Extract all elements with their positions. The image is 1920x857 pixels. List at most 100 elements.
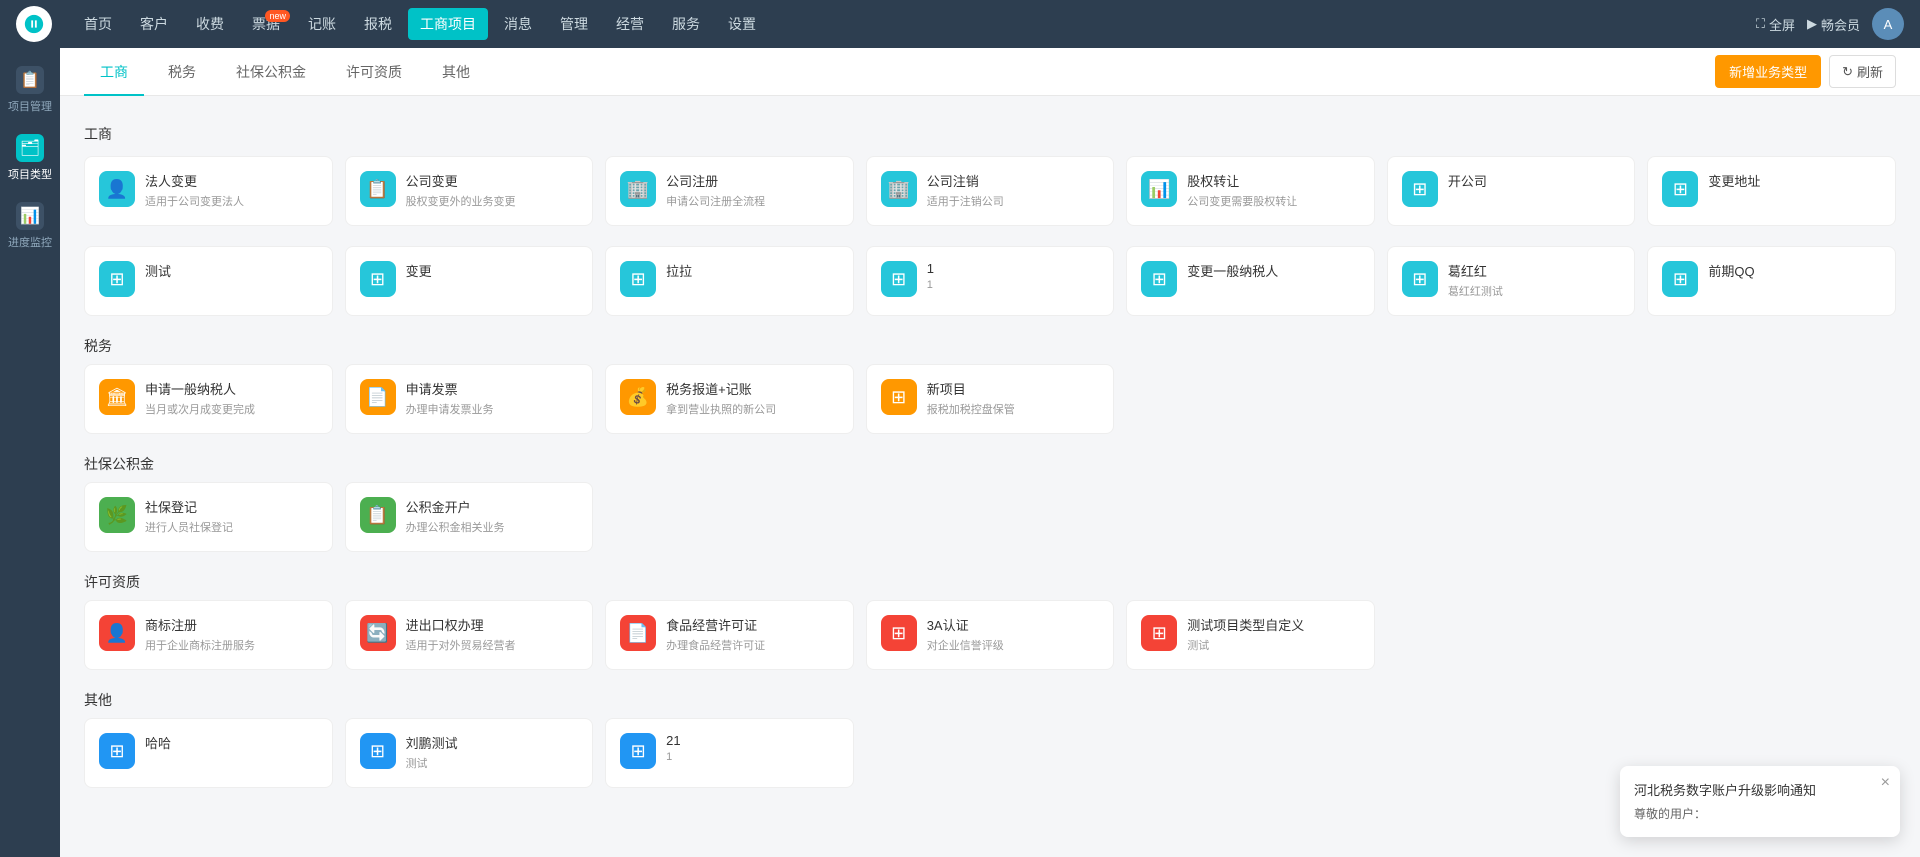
card-icon-company-cancel: 🏢 xyxy=(881,171,917,207)
nav-item-billing[interactable]: 收费 xyxy=(184,8,236,40)
card-change-general[interactable]: ⊞变更一般纳税人 xyxy=(1126,246,1375,316)
tab-license[interactable]: 许可资质 xyxy=(330,48,418,96)
card-desc-company-change: 股权变更外的业务变更 xyxy=(406,193,579,209)
refresh-button[interactable]: ↻ 刷新 xyxy=(1829,55,1896,88)
card-open-company[interactable]: ⊞ 开公司 xyxy=(1387,156,1636,226)
card-legal-change[interactable]: 👤 法人变更适用于公司变更法人 xyxy=(84,156,333,226)
card-lala[interactable]: ⊞拉拉 xyxy=(605,246,854,316)
section-title-tax: 税务 xyxy=(84,336,1896,356)
card-change-address[interactable]: ⊞变更地址 xyxy=(1647,156,1896,226)
card-food-license[interactable]: 📄食品经营许可证办理食品经营许可证 xyxy=(605,600,854,670)
nav-item-admin[interactable]: 管理 xyxy=(548,8,600,40)
card-one[interactable]: ⊞11 xyxy=(866,246,1115,316)
nav-badge-tickets: new xyxy=(265,10,290,22)
notification-popup: × 河北税务数字账户升级影响通知 尊敬的用户： xyxy=(1620,766,1900,837)
section-title-other: 其他 xyxy=(84,690,1896,710)
card-desc-3a-cert: 对企业信誉评级 xyxy=(927,637,1100,653)
app-logo[interactable] xyxy=(16,6,52,42)
card-icon-test: ⊞ xyxy=(99,261,135,297)
card-name-legal-change: 法人变更 xyxy=(145,171,318,190)
card-test[interactable]: ⊞ 测试 xyxy=(84,246,333,316)
card-social-register[interactable]: 🌿社保登记进行人员社保登记 xyxy=(84,482,333,552)
card-desc-apply-invoice: 办理申请发票业务 xyxy=(406,401,579,417)
card-tax-report[interactable]: 💰税务报道+记账拿到营业执照的新公司 xyxy=(605,364,854,434)
card-apply-general[interactable]: 🏛申请一般纳税人当月或次月成变更完成 xyxy=(84,364,333,434)
card-company-change[interactable]: 📋公司变更股权变更外的业务变更 xyxy=(345,156,594,226)
card-company-cancel[interactable]: 🏢公司注销适用于注销公司 xyxy=(866,156,1115,226)
card-new-project[interactable]: ⊞新项目报税加税控盘保管 xyxy=(866,364,1115,434)
card-test-type[interactable]: ⊞测试项目类型自定义测试 xyxy=(1126,600,1375,670)
card-apply-invoice[interactable]: 📄申请发票办理申请发票业务 xyxy=(345,364,594,434)
nav-item-business[interactable]: 工商项目 xyxy=(408,8,488,40)
sidebar-item-project-type[interactable]: 🗂项目类型 xyxy=(0,124,60,192)
card-icon-3a-cert: ⊞ xyxy=(881,615,917,651)
card-icon-open-company: ⊞ xyxy=(1402,171,1438,207)
add-type-button[interactable]: 新增业务类型 xyxy=(1715,55,1821,88)
card-icon-new-project: ⊞ xyxy=(881,379,917,415)
notification-close[interactable]: × xyxy=(1881,774,1890,792)
vip-icon: ▶ xyxy=(1807,16,1817,32)
card-name-change-address: 变更地址 xyxy=(1708,171,1881,190)
nav-item-tax[interactable]: 报税 xyxy=(352,8,404,40)
card-name-company-cancel: 公司注销 xyxy=(927,171,1100,190)
card-fund-account[interactable]: 📋公积金开户办理公积金相关业务 xyxy=(345,482,594,552)
card-name-haha: 哈哈 xyxy=(145,733,318,752)
card-3a-cert[interactable]: ⊞3A认证对企业信誉评级 xyxy=(866,600,1115,670)
card-icon-one: ⊞ xyxy=(881,261,917,297)
card-icon-company-change: 📋 xyxy=(360,171,396,207)
card-liu-pengtest[interactable]: ⊞刘鹏测试测试 xyxy=(345,718,594,788)
tab-social[interactable]: 社保公积金 xyxy=(220,48,322,96)
fullscreen-icon: ⛶ xyxy=(1756,16,1765,32)
tab-tax[interactable]: 税务 xyxy=(152,48,212,96)
nav-item-service[interactable]: 服务 xyxy=(660,8,712,40)
card-import-export[interactable]: 🔄进出口权办理适用于对外贸易经营者 xyxy=(345,600,594,670)
nav-item-settings[interactable]: 设置 xyxy=(716,8,768,40)
tab-other[interactable]: 其他 xyxy=(426,48,486,96)
card-company-register[interactable]: 🏢公司注册申请公司注册全流程 xyxy=(605,156,854,226)
card-icon-import-export: 🔄 xyxy=(360,615,396,651)
main-content: 工商 税务 社保公积金 许可资质 其他 新增业务类型 ↻ 刷新 工商 👤法人变更… xyxy=(60,48,1920,828)
card-desc-fund-account: 办理公积金相关业务 xyxy=(406,519,579,535)
nav-item-accounts[interactable]: 记账 xyxy=(296,8,348,40)
card-icon-twenty-one: ⊞ xyxy=(620,733,656,769)
avatar[interactable]: A xyxy=(1872,8,1904,40)
card-name-pre-qq: 前期QQ xyxy=(1708,261,1881,280)
card-desc-legal-change: 适用于公司变更法人 xyxy=(145,193,318,209)
card-trademark[interactable]: 👤商标注册用于企业商标注册服务 xyxy=(84,600,333,670)
card-name-open-company: 开公司 xyxy=(1448,171,1621,190)
card-name-twenty-one: 21 xyxy=(666,733,839,748)
card-icon-pre-qq: ⊞ xyxy=(1662,261,1698,297)
nav-item-messages[interactable]: 消息 xyxy=(492,8,544,40)
nav-item-home[interactable]: 首页 xyxy=(72,8,124,40)
card-icon-equity-transfer: 📊 xyxy=(1141,171,1177,207)
card-twenty-one[interactable]: ⊞211 xyxy=(605,718,854,788)
card-equity-transfer[interactable]: 📊股权转让公司变更需要股权转让 xyxy=(1126,156,1375,226)
card-change[interactable]: ⊞变更 xyxy=(345,246,594,316)
sidebar-label-progress: 进度监控 xyxy=(8,234,52,250)
card-haha[interactable]: ⊞哈哈 xyxy=(84,718,333,788)
nav-item-tickets[interactable]: 票据new xyxy=(240,8,292,40)
sidebar-item-project-mgmt[interactable]: 📋项目管理 xyxy=(0,56,60,124)
card-pre-qq[interactable]: ⊞ 前期QQ xyxy=(1647,246,1896,316)
card-icon-test-type: ⊞ xyxy=(1141,615,1177,651)
fullscreen-btn[interactable]: ⛶ 全屏 xyxy=(1756,15,1795,34)
card-icon-ge-honghong: ⊞ xyxy=(1402,261,1438,297)
nav-item-customer[interactable]: 客户 xyxy=(128,8,180,40)
refresh-label: 刷新 xyxy=(1857,62,1883,81)
nav-items: 首页客户收费票据new记账报税工商项目消息管理经营服务设置 xyxy=(72,8,1756,40)
vip-btn[interactable]: ▶ 畅会员 xyxy=(1807,15,1860,34)
navbar-right: ⛶ 全屏 ▶ 畅会员 A xyxy=(1756,8,1904,40)
sidebar-label-project-mgmt: 项目管理 xyxy=(8,98,52,114)
vip-label: 畅会员 xyxy=(1821,15,1860,34)
card-ge-honghong[interactable]: ⊞葛红红葛红红测试 xyxy=(1387,246,1636,316)
card-name-trademark: 商标注册 xyxy=(145,615,318,634)
sidebar-item-progress[interactable]: 📊进度监控 xyxy=(0,192,60,260)
card-name-fund-account: 公积金开户 xyxy=(406,497,579,516)
card-icon-legal-change: 👤 xyxy=(99,171,135,207)
card-name-test: 测试 xyxy=(145,261,318,280)
tab-business[interactable]: 工商 xyxy=(84,48,144,96)
card-name-social-register: 社保登记 xyxy=(145,497,318,516)
nav-item-operations[interactable]: 经营 xyxy=(604,8,656,40)
card-icon-change-general: ⊞ xyxy=(1141,261,1177,297)
navbar: 首页客户收费票据new记账报税工商项目消息管理经营服务设置 ⛶ 全屏 ▶ 畅会员… xyxy=(0,0,1920,48)
